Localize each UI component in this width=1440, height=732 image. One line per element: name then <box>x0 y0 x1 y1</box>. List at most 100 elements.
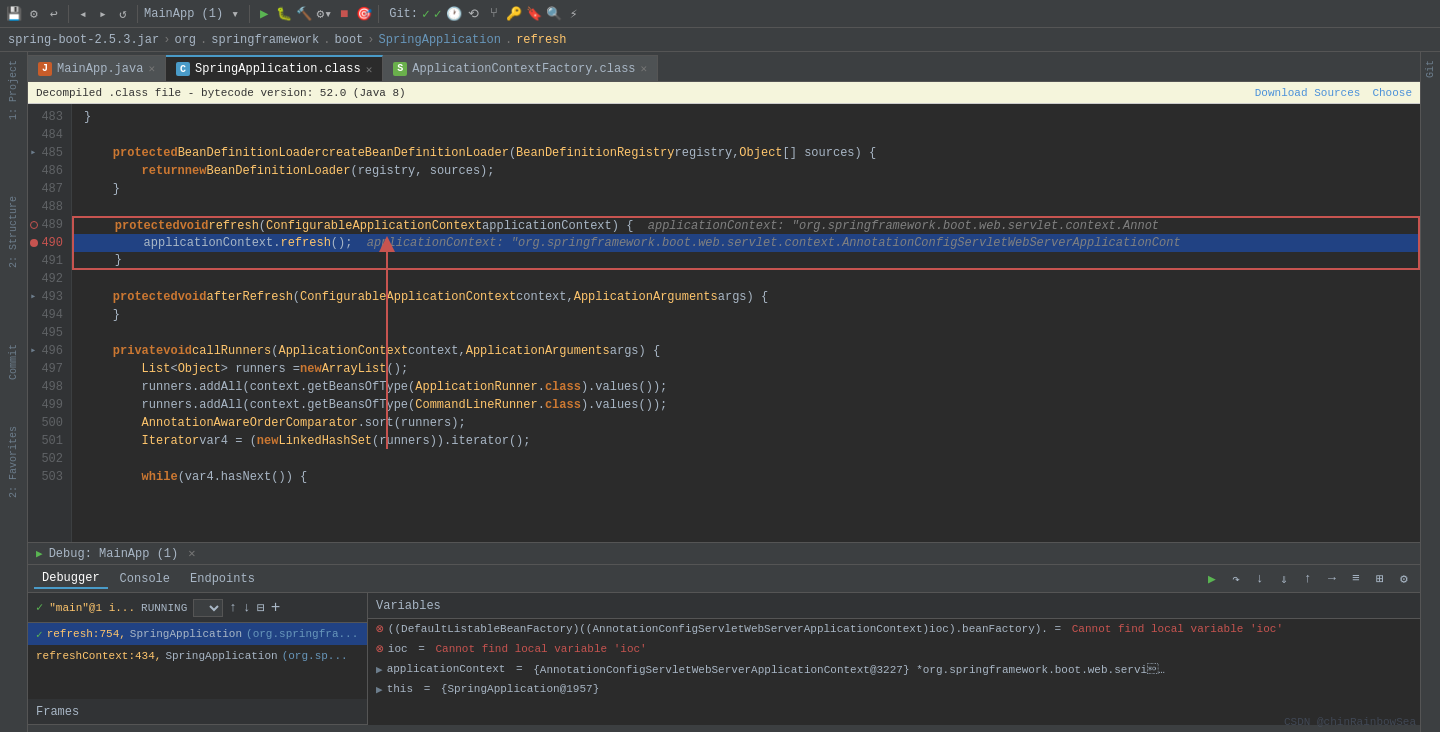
step-over-icon[interactable]: ↷ <box>1226 569 1246 589</box>
tab-mainapp[interactable]: J MainApp.java ✕ <box>28 55 166 81</box>
frames-icon[interactable]: ⊞ <box>1370 569 1390 589</box>
expand-icon-2[interactable]: ▶ <box>376 663 383 676</box>
save-icon[interactable]: 💾 <box>6 6 22 22</box>
ln-502: 502 <box>28 450 71 468</box>
download-sources-link[interactable]: Download Sources <box>1255 87 1361 99</box>
debug-run-icon[interactable]: 🐛 <box>276 6 292 22</box>
revert-icon[interactable]: ↺ <box>115 6 131 22</box>
evaluate-icon[interactable]: ≡ <box>1346 569 1366 589</box>
git-check2[interactable]: ✓ <box>434 6 442 22</box>
add-frame-icon[interactable]: + <box>271 599 281 617</box>
resume-icon[interactable]: ▶ <box>1202 569 1222 589</box>
banner-actions: Download Sources Choose <box>1255 87 1412 99</box>
run-to-cursor-icon[interactable]: → <box>1322 569 1342 589</box>
variables-panel: Variables ⊗ ((DefaultListableBeanFactory… <box>368 593 1420 725</box>
ln-490: 490 <box>28 234 71 252</box>
down-icon[interactable]: ↓ <box>243 600 251 615</box>
var-name-2: applicationContext <box>387 663 506 675</box>
thread-filter-dropdown[interactable] <box>193 599 223 617</box>
run-button[interactable]: ▶ <box>256 6 272 22</box>
settings-icon2[interactable]: ⚙ <box>1394 569 1414 589</box>
debug-tab-debugger[interactable]: Debugger <box>34 569 108 589</box>
code-line-501: Iterator var4 = (new LinkedHashSet(runne… <box>72 432 1420 450</box>
expand-icon-3[interactable]: ▶ <box>376 683 383 696</box>
bookmark-icon[interactable]: 🔖 <box>526 6 542 22</box>
bottom-panel: ▶ Debug: MainApp (1) ✕ Debugger Console … <box>28 542 1420 732</box>
ln-501: 501 <box>28 432 71 450</box>
force-step-into-icon[interactable]: ⇓ <box>1274 569 1294 589</box>
undo-icon[interactable]: ↩ <box>46 6 62 22</box>
search-icon[interactable]: 🔍 <box>546 6 562 22</box>
banner-text-area: Decompiled .class file - bytecode versio… <box>36 87 406 99</box>
var-eq-3: = <box>417 683 437 695</box>
thread-status: RUNNING <box>141 602 187 614</box>
frame-loc-0: (org.springfra... <box>246 628 358 640</box>
git-history-icon[interactable]: ⟲ <box>466 6 482 22</box>
stop-button[interactable]: ■ <box>336 6 352 22</box>
breadcrumb-class[interactable]: SpringApplication <box>379 33 501 47</box>
breadcrumb-method[interactable]: refresh <box>516 33 566 47</box>
sidebar-favorites[interactable]: 2: Favorites <box>8 422 19 502</box>
debug-tab-console[interactable]: Console <box>112 570 178 588</box>
var-cannot-0: Cannot find local variable 'ioc' <box>1065 623 1283 635</box>
git-branch-icon[interactable]: ⑂ <box>486 6 502 22</box>
var-item-0: ⊗ ((DefaultListableBeanFactory)((Annotat… <box>368 619 1420 639</box>
sidebar-project[interactable]: 1: Project <box>8 56 19 124</box>
sidebar-structure[interactable]: 2: Structure <box>8 192 19 272</box>
spring-file-icon: S <box>393 62 407 76</box>
breadcrumb-org[interactable]: org <box>174 33 196 47</box>
code-line-497: List<Object> runners = new ArrayList(); <box>72 360 1420 378</box>
frame-item-0[interactable]: ✓ refresh:754, SpringApplication (org.sp… <box>28 623 367 645</box>
dropdown-icon[interactable]: ▾ <box>227 6 243 22</box>
tab-springapplication[interactable]: C SpringApplication.class ✕ <box>166 55 383 81</box>
breadcrumb-springframework[interactable]: springframework <box>211 33 319 47</box>
filter-icon[interactable]: ⊟ <box>257 600 265 616</box>
tab-label-mainapp: MainApp.java <box>57 62 143 76</box>
frame-item-1[interactable]: refreshContext:434, SpringApplication (o… <box>28 645 367 667</box>
tab-close-spring[interactable]: ✕ <box>366 63 373 76</box>
editor-area: J MainApp.java ✕ C SpringApplication.cla… <box>28 52 1420 732</box>
git-clock-icon[interactable]: 🕐 <box>446 6 462 22</box>
back-icon[interactable]: ◂ <box>75 6 91 22</box>
right-sidebar: Git <box>1420 52 1440 732</box>
more-run-icon[interactable]: ⚙▾ <box>316 6 332 22</box>
var-text-0: ((DefaultListableBeanFactory)((Annotatio… <box>388 623 1061 635</box>
frame-class-0: SpringApplication <box>130 628 242 640</box>
git-settings-icon[interactable]: 🔑 <box>506 6 522 22</box>
thread-check-icon: ✓ <box>36 600 43 615</box>
tab-close-appctx[interactable]: ✕ <box>641 62 648 75</box>
tab-close-mainapp[interactable]: ✕ <box>148 62 155 75</box>
ln-493: ▸493 <box>28 288 71 306</box>
code-line-488 <box>72 198 1420 216</box>
tab-appcontextfactory[interactable]: S ApplicationContextFactory.class ✕ <box>383 55 658 81</box>
code-line-489: protected void refresh(ConfigurableAppli… <box>72 216 1420 234</box>
sep4 <box>378 5 379 23</box>
breadcrumb-jar[interactable]: spring-boot-2.5.3.jar <box>8 33 159 47</box>
code-line-493: protected void afterRefresh(Configurable… <box>72 288 1420 306</box>
code-line-503: while(var4.hasNext()) { <box>72 468 1420 486</box>
forward-icon[interactable]: ▸ <box>95 6 111 22</box>
debug-tab-endpoints[interactable]: Endpoints <box>182 570 263 588</box>
ln-503: 503 <box>28 468 71 486</box>
ln-486: 486 <box>28 162 71 180</box>
step-out-icon[interactable]: ↑ <box>1298 569 1318 589</box>
code-content[interactable]: } protected BeanDefinitionLoader createB… <box>72 104 1420 542</box>
settings-icon[interactable]: ⚙ <box>26 6 42 22</box>
translate-icon[interactable]: ⚡ <box>566 6 582 22</box>
breadcrumb-boot[interactable]: boot <box>334 33 363 47</box>
git-label-right[interactable]: Git <box>1425 60 1436 78</box>
code-line-499: runners.addAll(context.getBeansOfType(Co… <box>72 396 1420 414</box>
sidebar-commit[interactable]: Commit <box>8 340 19 384</box>
coverage-icon[interactable]: 🎯 <box>356 6 372 22</box>
build-icon[interactable]: 🔨 <box>296 6 312 22</box>
debug-close-button[interactable]: ✕ <box>188 546 195 561</box>
thread-name: "main"@1 i... <box>49 602 135 614</box>
ln-497: 497 <box>28 360 71 378</box>
var-item-3: ▶ this = {SpringApplication@1957} <box>368 679 1420 699</box>
code-line-495 <box>72 324 1420 342</box>
choose-link[interactable]: Choose <box>1372 87 1412 99</box>
step-into-icon[interactable]: ↓ <box>1250 569 1270 589</box>
thread-controls: ✓ "main"@1 i... RUNNING ↑ ↓ ⊟ + <box>28 593 367 623</box>
git-check1[interactable]: ✓ <box>422 6 430 22</box>
up-icon[interactable]: ↑ <box>229 600 237 615</box>
